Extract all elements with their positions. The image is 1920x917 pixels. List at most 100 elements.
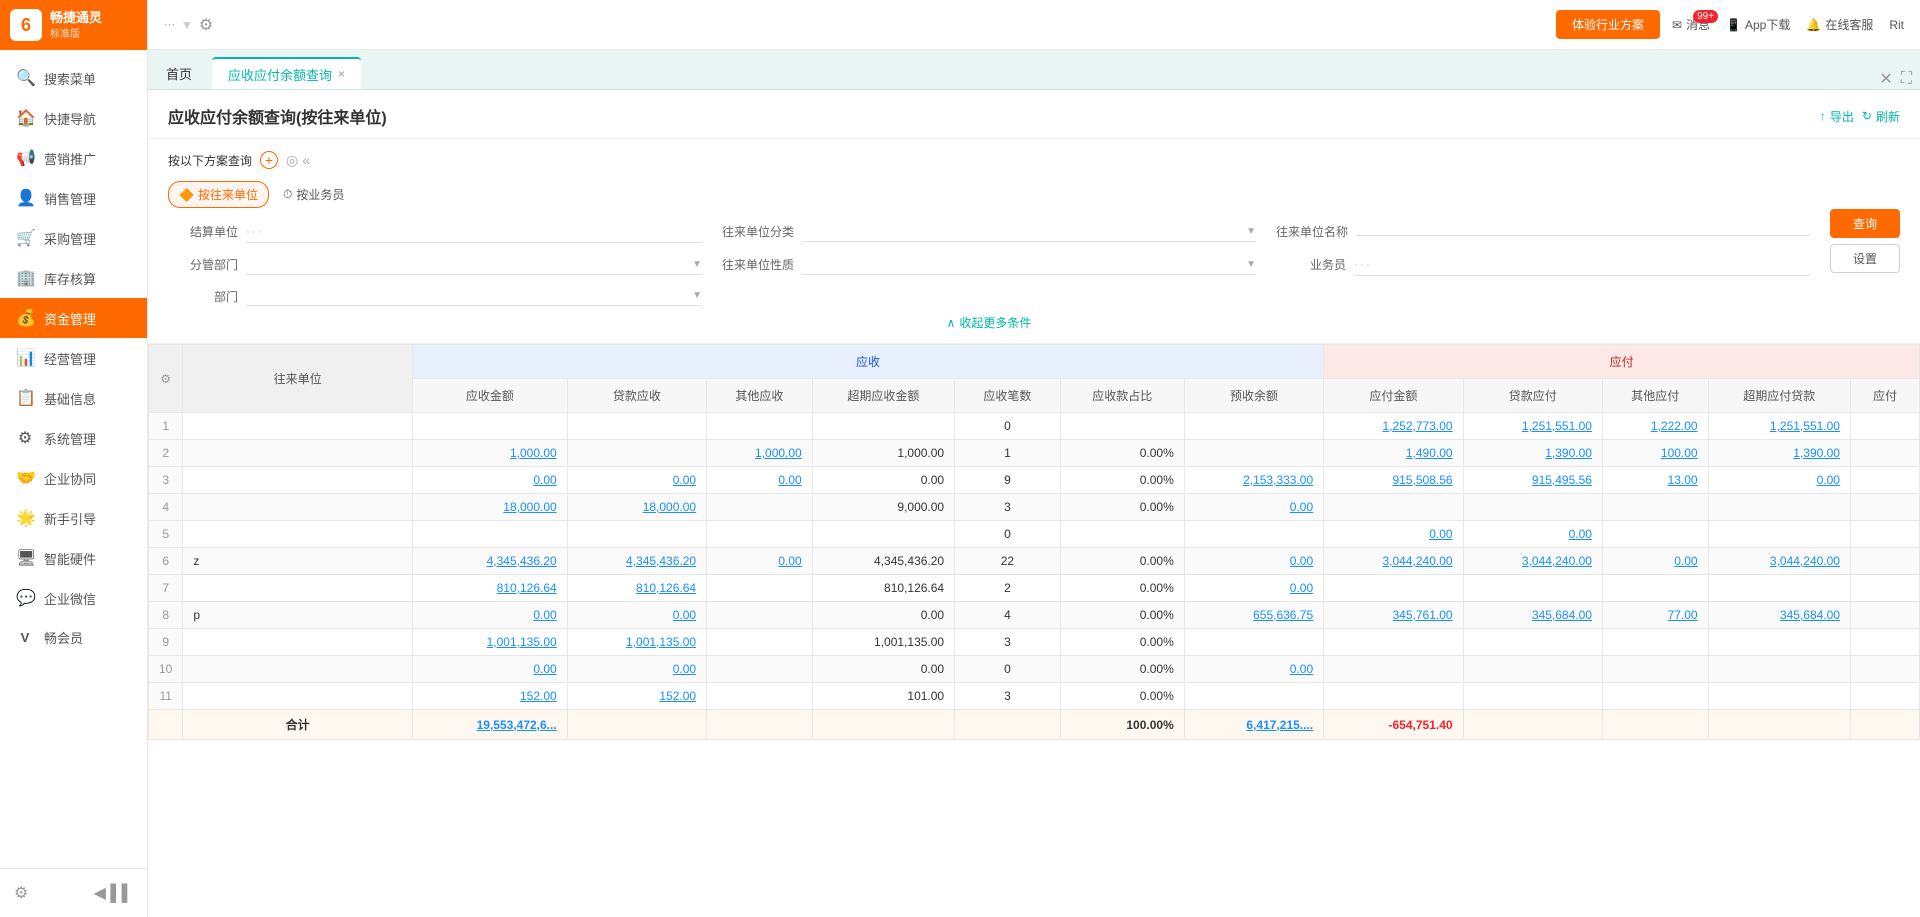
row-ar-other[interactable] — [707, 629, 813, 656]
row-ar-advance[interactable] — [1184, 683, 1323, 710]
row-ar-loan[interactable] — [567, 521, 706, 548]
row-ap-other[interactable]: 1,222.00 — [1602, 413, 1708, 440]
row-ar-other[interactable]: 0.00 — [707, 467, 813, 494]
trial-button[interactable]: 体验行业方案 — [1556, 10, 1660, 39]
row-ap-loan[interactable]: 345,684.00 — [1463, 602, 1602, 629]
row-ar-amount[interactable] — [412, 413, 567, 440]
row-ap-other[interactable] — [1602, 575, 1708, 602]
row-ap-overdue[interactable]: 345,684.00 — [1708, 602, 1850, 629]
app-download-button[interactable]: 📱 App下载 — [1726, 16, 1790, 33]
row-ar-other[interactable] — [707, 494, 813, 521]
row-ap-overdue[interactable] — [1708, 494, 1850, 521]
row-ap-overdue[interactable] — [1708, 629, 1850, 656]
row-ar-advance[interactable]: 655,636.75 — [1184, 602, 1323, 629]
row-ap-amount[interactable] — [1324, 629, 1463, 656]
sidebar-item-basic[interactable]: 📋 基础信息 — [0, 378, 147, 418]
row-ar-advance[interactable] — [1184, 629, 1323, 656]
row-ar-advance[interactable] — [1184, 440, 1323, 467]
row-ap-overdue[interactable]: 1,251,551.00 — [1708, 413, 1850, 440]
refresh-button[interactable]: ↻ 刷新 — [1862, 108, 1900, 125]
row-ar-advance[interactable] — [1184, 521, 1323, 548]
salesperson-input[interactable]: ··· — [1354, 253, 1810, 276]
row-ap-loan[interactable] — [1463, 629, 1602, 656]
row-ap-amount[interactable] — [1324, 575, 1463, 602]
scheme-by-partner[interactable]: 🔶 按往来单位 — [168, 181, 269, 208]
row-ap-loan[interactable]: 3,044,240.00 — [1463, 548, 1602, 575]
sidebar-item-cooperation[interactable]: 🤝 企业协同 — [0, 458, 147, 498]
sidebar-item-sales[interactable]: 👤 销售管理 — [0, 178, 147, 218]
row-ar-other[interactable] — [707, 683, 813, 710]
row-ar-other[interactable]: 0.00 — [707, 548, 813, 575]
filter-icon-settings[interactable]: ◎ — [286, 152, 298, 169]
unit-category-select[interactable]: ▼ — [802, 222, 1256, 242]
sidebar-item-operations[interactable]: 📊 经营管理 — [0, 338, 147, 378]
row-ar-amount[interactable]: 152.00 — [412, 683, 567, 710]
row-ap-other[interactable]: 100.00 — [1602, 440, 1708, 467]
row-ap-other[interactable]: 0.00 — [1602, 548, 1708, 575]
row-ap-overdue[interactable] — [1708, 656, 1850, 683]
row-ar-other[interactable] — [707, 656, 813, 683]
row-ar-loan[interactable]: 4,345,436.20 — [567, 548, 706, 575]
filter-settings-button[interactable]: 设置 — [1830, 244, 1900, 273]
header-settings-icon[interactable]: ⚙ — [199, 15, 213, 35]
user-info[interactable]: Rit — [1889, 18, 1904, 32]
row-ap-amount[interactable]: 0.00 — [1324, 521, 1463, 548]
row-ap-amount[interactable]: 1,490.00 — [1324, 440, 1463, 467]
row-ap-other[interactable] — [1602, 656, 1708, 683]
tab-home[interactable]: 首页 — [150, 57, 208, 89]
row-ar-amount[interactable]: 4,345,436.20 — [412, 548, 567, 575]
sidebar-item-guide[interactable]: 🌟 新手引导 — [0, 498, 147, 538]
department-select[interactable]: ▼ — [246, 255, 702, 275]
sidebar-item-hardware[interactable]: 🖥 智能硬件 — [0, 538, 147, 578]
row-ar-amount[interactable]: 0.00 — [412, 602, 567, 629]
query-button[interactable]: 查询 — [1830, 209, 1900, 238]
row-ap-amount[interactable]: 1,252,773.00 — [1324, 413, 1463, 440]
row-ar-amount[interactable] — [412, 521, 567, 548]
row-ap-other[interactable]: 13.00 — [1602, 467, 1708, 494]
col-settings-header[interactable]: ⚙ — [149, 345, 183, 413]
settlement-input[interactable]: ··· — [246, 220, 702, 243]
row-ar-amount[interactable]: 0.00 — [412, 467, 567, 494]
row-ar-amount[interactable]: 810,126.64 — [412, 575, 567, 602]
row-ap-amount[interactable]: 915,508.56 — [1324, 467, 1463, 494]
row-ap-amount[interactable] — [1324, 656, 1463, 683]
collapse-more-btn[interactable]: ∧ 收起更多条件 — [168, 314, 1810, 331]
settings-footer-btn[interactable]: ⚙ — [10, 879, 32, 907]
row-ap-overdue[interactable]: 3,044,240.00 — [1708, 548, 1850, 575]
row-ar-amount[interactable]: 1,001,135.00 — [412, 629, 567, 656]
row-ar-advance[interactable]: 2,153,333.00 — [1184, 467, 1323, 494]
dept-select[interactable]: ▼ — [246, 286, 702, 306]
row-ar-advance[interactable] — [1184, 413, 1323, 440]
footer-ar-advance[interactable]: 6,417,215.... — [1184, 710, 1323, 740]
footer-ar-total[interactable]: 19,553,472,6... — [412, 710, 567, 740]
filter-icon-collapse[interactable]: « — [302, 152, 310, 169]
row-ap-other[interactable] — [1602, 494, 1708, 521]
row-ap-amount[interactable]: 345,761.00 — [1324, 602, 1463, 629]
row-ap-loan[interactable]: 0.00 — [1463, 521, 1602, 548]
fullscreen-tab-action[interactable]: ⛶ — [1901, 70, 1912, 88]
row-ap-overdue[interactable] — [1708, 575, 1850, 602]
row-ar-other[interactable] — [707, 521, 813, 548]
row-ap-other[interactable] — [1602, 683, 1708, 710]
sidebar-item-search-menu[interactable]: 🔍 搜索菜单 — [0, 58, 147, 98]
close-tab-action[interactable]: ✕ — [1879, 69, 1892, 89]
row-ap-amount[interactable] — [1324, 494, 1463, 521]
row-ar-amount[interactable]: 18,000.00 — [412, 494, 567, 521]
row-ar-other[interactable]: 1,000.00 — [707, 440, 813, 467]
row-ap-loan[interactable] — [1463, 494, 1602, 521]
row-ar-advance[interactable]: 0.00 — [1184, 548, 1323, 575]
row-ar-loan[interactable] — [567, 413, 706, 440]
row-ar-amount[interactable]: 1,000.00 — [412, 440, 567, 467]
row-ar-loan[interactable]: 152.00 — [567, 683, 706, 710]
row-ar-other[interactable] — [707, 413, 813, 440]
collapse-footer-btn[interactable]: ◀ ▌▌ — [90, 879, 137, 907]
row-ap-other[interactable] — [1602, 629, 1708, 656]
sidebar-item-inventory[interactable]: 🏢 库存核算 — [0, 258, 147, 298]
sidebar-item-quick-nav[interactable]: 🏠 快捷导航 — [0, 98, 147, 138]
row-ar-other[interactable] — [707, 575, 813, 602]
tab-ar-query[interactable]: 应收应付余额查询 × — [212, 57, 361, 89]
row-ar-amount[interactable]: 0.00 — [412, 656, 567, 683]
row-ar-loan[interactable]: 18,000.00 — [567, 494, 706, 521]
online-service-button[interactable]: 🔔 在线客服 — [1806, 16, 1873, 33]
row-ar-advance[interactable]: 0.00 — [1184, 656, 1323, 683]
